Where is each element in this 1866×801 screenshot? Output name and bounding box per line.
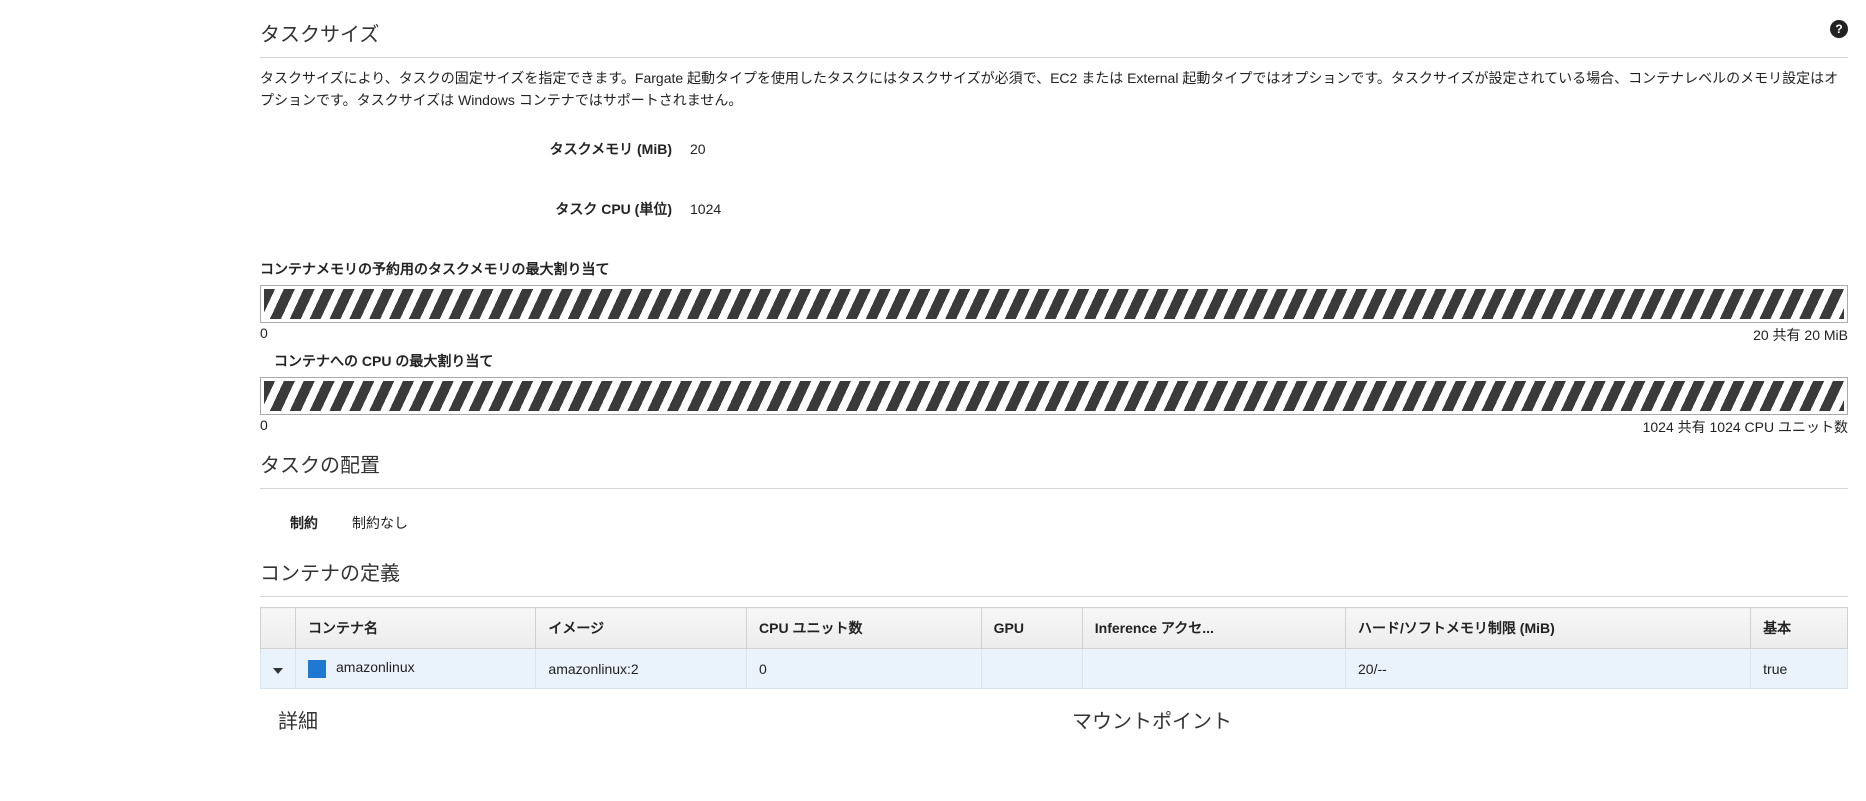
memory-alloc-fill [264,289,1844,319]
constraint-label: 制約 [260,513,340,533]
task-placement-heading-text: タスクの配置 [260,455,380,477]
cpu-alloc-bar [260,377,1848,415]
task-size-heading-text: タスクサイズ [260,24,379,46]
col-gpu[interactable]: GPU [981,608,1082,649]
col-memlimit[interactable]: ハード/ソフトメモリ制限 (MiB) [1346,608,1751,649]
task-placement-heading: タスクの配置 [260,443,1848,489]
container-def-heading-text: コンテナの定義 [260,563,400,585]
task-size-description: タスクサイズにより、タスクの固定サイズを指定できます。Fargate 起動タイプ… [260,68,1848,111]
task-cpu-label: タスク CPU (単位) [260,199,690,219]
row-expander[interactable] [261,649,296,688]
table-row[interactable]: amazonlinux amazonlinux:2 0 20/-- true [261,649,1848,688]
col-image[interactable]: イメージ [536,608,747,649]
chevron-down-icon[interactable] [273,668,283,674]
cpu-alloc-left: 0 [260,417,268,437]
task-cpu-row: タスク CPU (単位) 1024 [260,199,1848,219]
col-essential[interactable]: 基本 [1751,608,1848,649]
container-def-table: コンテナ名 イメージ CPU ユニット数 GPU Inference アクセ..… [260,607,1848,688]
memory-alloc-legend: 0 20 共有 20 MiB [260,325,1848,345]
help-icon[interactable]: ? [1830,20,1848,38]
constraint-row: 制約 制約なし [260,499,1848,551]
cell-memlimit: 20/-- [1346,649,1751,688]
cpu-alloc-right: 1024 共有 1024 CPU ユニット数 [1643,417,1848,437]
cpu-alloc-fill [264,381,1844,411]
cpu-alloc-title: コンテナへの CPU の最大割り当て [260,351,1848,371]
task-size-heading: タスクサイズ ? [260,12,1848,58]
task-memory-label: タスクメモリ (MiB) [260,139,690,159]
detail-panels: 詳細 マウントポイント [260,693,1848,746]
container-def-header-row: コンテナ名 イメージ CPU ユニット数 GPU Inference アクセ..… [261,608,1848,649]
col-cpu-units[interactable]: CPU ユニット数 [747,608,982,649]
task-memory-row: タスクメモリ (MiB) 20 [260,139,1848,159]
cell-inference [1082,649,1345,688]
cpu-alloc-legend: 0 1024 共有 1024 CPU ユニット数 [260,417,1848,437]
container-color-swatch [308,660,326,678]
memory-alloc-right: 20 共有 20 MiB [1753,325,1848,345]
detail-panel-right: マウントポイント [1054,693,1848,746]
col-container-name[interactable]: コンテナ名 [296,608,536,649]
task-memory-value: 20 [690,141,706,157]
memory-alloc-left: 0 [260,325,268,345]
container-def-heading: コンテナの定義 [260,551,1848,597]
cell-container-name: amazonlinux [296,649,536,688]
constraint-value: 制約なし [340,513,408,533]
cell-essential: true [1751,649,1848,688]
cell-image: amazonlinux:2 [536,649,747,688]
cell-cpu: 0 [747,649,982,688]
detail-panel-left: 詳細 [260,693,1054,746]
col-inference[interactable]: Inference アクセ... [1082,608,1345,649]
cell-gpu [981,649,1082,688]
memory-alloc-title: コンテナメモリの予約用のタスクメモリの最大割り当て [260,259,1848,279]
memory-alloc-bar [260,285,1848,323]
task-cpu-value: 1024 [690,201,721,217]
expander-header [261,608,296,649]
cell-container-name-text: amazonlinux [336,659,415,675]
